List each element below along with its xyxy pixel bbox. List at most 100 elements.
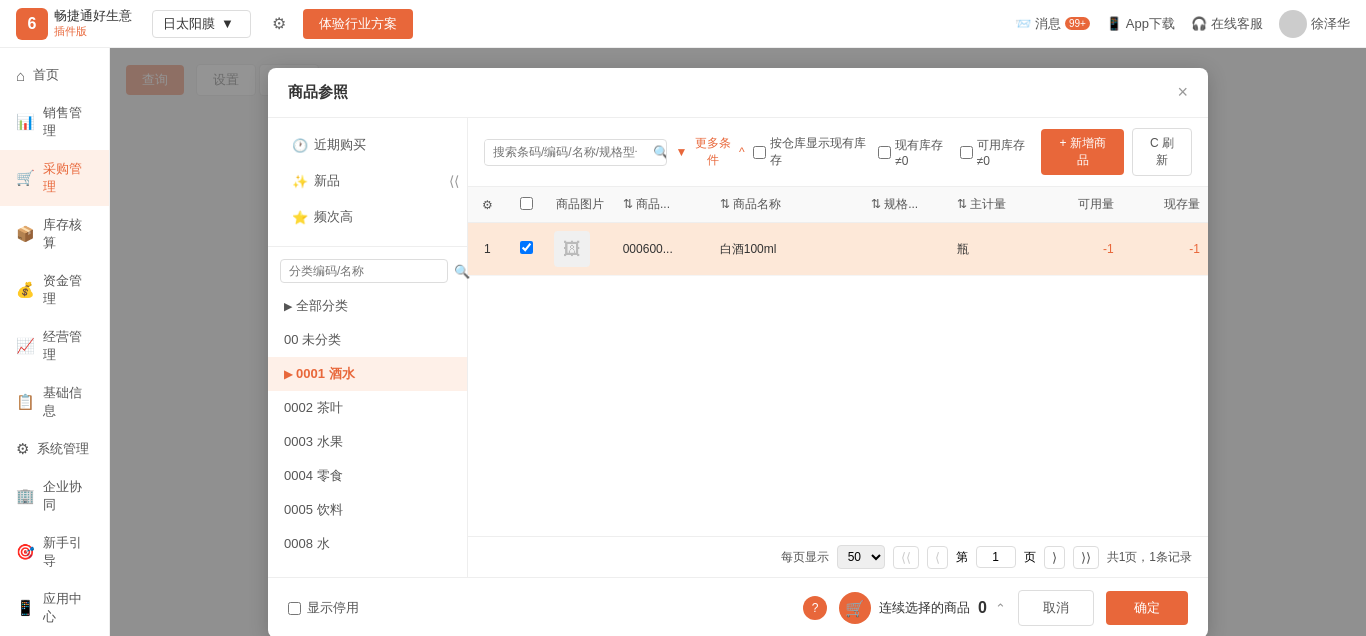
page-next-button[interactable]: ⟩ xyxy=(1044,546,1065,569)
sidebar-label-home: 首页 xyxy=(33,66,59,84)
sidebar-item-operation[interactable]: 📈 经营管理 xyxy=(0,318,109,374)
page-first-button[interactable]: ⟨⟨ xyxy=(893,546,919,569)
warehouse-checkbox-text: 按仓库显示现有库存 xyxy=(770,135,871,169)
app-download-nav[interactable]: 📱 App下载 xyxy=(1106,15,1175,33)
col-avail-label: 可用量 xyxy=(1078,197,1114,211)
quick-new[interactable]: ✨ 新品 xyxy=(276,164,449,198)
add-product-button[interactable]: + 新增商品 xyxy=(1041,129,1124,175)
category-0002[interactable]: 0002 茶叶 xyxy=(268,391,467,425)
sidebar-item-purchase[interactable]: 🛒 采购管理 xyxy=(0,150,109,206)
chevron-down-icon: ▼ xyxy=(221,16,234,31)
col-header-settings[interactable]: ⚙ xyxy=(468,187,507,223)
sidebar-item-sales[interactable]: 📊 销售管理 xyxy=(0,94,109,150)
sidebar-item-apps[interactable]: 📱 应用中心 xyxy=(0,580,109,636)
sidebar-item-home[interactable]: ⌂ 首页 xyxy=(0,56,109,94)
table-row[interactable]: 1 🖼 xyxy=(468,223,1208,276)
sort-unit-icon: ⇅ xyxy=(957,197,967,211)
col-header-code[interactable]: ⇅ 商品... xyxy=(615,187,712,223)
operation-icon: 📈 xyxy=(16,337,35,355)
nav-selector[interactable]: 日太阳膜 ▼ xyxy=(152,10,251,38)
col-header-stock[interactable]: 现存量 xyxy=(1122,187,1208,223)
trial-button[interactable]: 体验行业方案 xyxy=(303,9,413,39)
row-checkbox[interactable] xyxy=(520,241,533,254)
page-total-info: 共1页，1条记录 xyxy=(1107,549,1192,566)
messages-nav[interactable]: 📨 消息 99+ xyxy=(1015,15,1090,33)
col-header-check[interactable] xyxy=(507,187,546,223)
all-categories-item[interactable]: ▶ 全部分类 xyxy=(268,289,467,323)
product-search-button[interactable]: 🔍 xyxy=(645,140,667,165)
sidebar: ⌂ 首页 📊 销售管理 🛒 采购管理 📦 库存核算 💰 资金管理 📈 经营管理 … xyxy=(0,48,110,636)
clock-icon: 🕐 xyxy=(292,138,308,153)
cancel-button[interactable]: 取消 xyxy=(1018,590,1094,626)
modal-body: 🕐 近期购买 ✨ 新品 ⭐ 频次高 xyxy=(268,118,1208,577)
category-search-input[interactable] xyxy=(280,259,448,283)
phone-icon: 📱 xyxy=(1106,16,1122,31)
sidebar-item-inventory[interactable]: 📦 库存核算 xyxy=(0,206,109,262)
col-header-unit[interactable]: ⇅ 主计量 xyxy=(949,187,1025,223)
category-list: ▶ 全部分类 00 未分类 ▶ 0001 酒水 0002 茶 xyxy=(268,289,467,567)
stock-ne-checkbox[interactable] xyxy=(878,146,891,159)
inventory-icon: 📦 xyxy=(16,225,35,243)
product-thumbnail: 🖼 xyxy=(554,231,590,267)
category-0005-label: 0005 饮料 xyxy=(284,501,343,519)
sidebar-label-guide: 新手引导 xyxy=(43,534,93,570)
sidebar-label-finance: 资金管理 xyxy=(43,272,93,308)
sidebar-label-basic: 基础信息 xyxy=(43,384,93,420)
headset-icon: 🎧 xyxy=(1191,16,1207,31)
per-page-select[interactable]: 50 xyxy=(837,545,885,569)
sidebar-label-apps: 应用中心 xyxy=(43,590,93,626)
page-prev-button[interactable]: ⟨ xyxy=(927,546,948,569)
avail-ne-text: 可用库存≠0 xyxy=(977,137,1034,168)
product-search-input[interactable] xyxy=(485,140,645,164)
page-last-button[interactable]: ⟩⟩ xyxy=(1073,546,1099,569)
category-0003-label: 0003 水果 xyxy=(284,433,343,451)
category-00[interactable]: 00 未分类 xyxy=(268,323,467,357)
sidebar-item-system[interactable]: ⚙ 系统管理 xyxy=(0,430,109,468)
sidebar-item-basic[interactable]: 📋 基础信息 xyxy=(0,374,109,430)
sidebar-item-guide[interactable]: 🎯 新手引导 xyxy=(0,524,109,580)
sidebar-item-enterprise[interactable]: 🏢 企业协同 xyxy=(0,468,109,524)
top-nav: 6 畅捷通好生意 插件版 日太阳膜 ▼ ⚙ 体验行业方案 📨 消息 99+ 📱 … xyxy=(0,0,1366,48)
nav-right: 📨 消息 99+ 📱 App下载 🎧 在线客服 徐泽华 xyxy=(1015,10,1350,38)
arrow-expand-icon: ▶ xyxy=(284,368,292,381)
select-all-checkbox[interactable] xyxy=(520,197,533,210)
col-header-spec[interactable]: ⇅ 规格... xyxy=(863,187,949,223)
col-header-name[interactable]: ⇅ 商品名称 xyxy=(712,187,863,223)
refresh-button[interactable]: C 刷新 xyxy=(1132,128,1192,176)
help-button[interactable]: ? xyxy=(803,596,827,620)
show-disabled-checkbox[interactable] xyxy=(288,602,301,615)
row-spec xyxy=(863,223,949,276)
modal-right-panel: 🔍 ▼ 更多条件 ^ 按仓库显示现有库存 xyxy=(468,118,1208,577)
more-filter-button[interactable]: ▼ 更多条件 ^ xyxy=(675,135,744,169)
filter-up-icon: ^ xyxy=(739,145,745,159)
page-input[interactable] xyxy=(976,546,1016,568)
cart-area: 🛒 连续选择的商品 0 ⌃ xyxy=(839,592,1006,624)
col-header-img[interactable]: 商品图片 xyxy=(546,187,615,223)
category-0001[interactable]: ▶ 0001 酒水 xyxy=(268,357,467,391)
image-placeholder-icon: 🖼 xyxy=(563,239,581,260)
chevron-up-icon[interactable]: ⌃ xyxy=(995,601,1006,616)
quick-recent[interactable]: 🕐 近期购买 xyxy=(276,128,449,162)
row-checkbox-cell xyxy=(507,223,546,276)
modal-close-button[interactable]: × xyxy=(1177,82,1188,103)
sidebar-item-finance[interactable]: 💰 资金管理 xyxy=(0,262,109,318)
quick-frequent[interactable]: ⭐ 频次高 xyxy=(276,200,449,234)
warehouse-checkbox[interactable] xyxy=(753,146,766,159)
gear-button[interactable]: ⚙ xyxy=(263,8,295,40)
category-0005[interactable]: 0005 饮料 xyxy=(268,493,467,527)
category-0008[interactable]: 0008 水 xyxy=(268,527,467,561)
col-unit-label: 主计量 xyxy=(970,197,1006,211)
collapse-button[interactable]: ⟨⟨ xyxy=(449,173,459,189)
confirm-button[interactable]: 确定 xyxy=(1106,591,1188,625)
sidebar-label-enterprise: 企业协同 xyxy=(43,478,93,514)
message-icon: 📨 xyxy=(1015,16,1031,31)
stock-ne-checkbox-label: 现有库存≠0 xyxy=(878,137,952,168)
category-0004[interactable]: 0004 零食 xyxy=(268,459,467,493)
avail-ne-checkbox[interactable] xyxy=(960,146,973,159)
category-0010[interactable]: 0010 家电 xyxy=(268,561,467,567)
online-service-nav[interactable]: 🎧 在线客服 xyxy=(1191,15,1263,33)
category-0003[interactable]: 0003 水果 xyxy=(268,425,467,459)
user-nav[interactable]: 徐泽华 xyxy=(1279,10,1350,38)
row-index: 1 xyxy=(468,223,507,276)
col-header-avail[interactable]: 可用量 xyxy=(1025,187,1122,223)
